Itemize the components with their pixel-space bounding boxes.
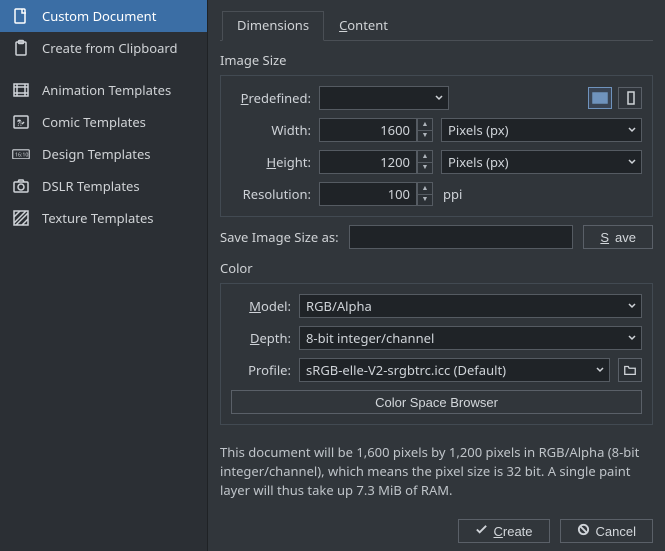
film-icon	[12, 81, 30, 99]
sidebar-label: Create from Clipboard	[42, 39, 178, 57]
width-unit-dropdown[interactable]: Pixels (px)	[441, 118, 642, 142]
chevron-down-icon	[627, 297, 637, 315]
height-unit-value: Pixels (px)	[448, 153, 509, 171]
chevron-down-icon	[627, 121, 637, 139]
model-label: Model:	[231, 297, 291, 315]
create-button[interactable]: Create	[458, 519, 550, 543]
orientation-landscape-button[interactable]	[588, 87, 612, 109]
save-size-row: Save Image Size as: Save	[220, 225, 653, 249]
width-spinbox[interactable]: ▲▼	[319, 118, 433, 142]
sidebar-item-custom-document[interactable]: Custom Document	[0, 0, 207, 32]
model-dropdown[interactable]: RGB/Alpha	[299, 294, 642, 318]
height-spinbox[interactable]: ▲▼	[319, 150, 433, 174]
profile-dropdown[interactable]: sRGB-elle-V2-srgbtrc.icc (Default)	[299, 358, 610, 382]
color-title: Color	[220, 259, 653, 277]
tabs: Dimensions Content	[220, 10, 653, 41]
profile-row: Profile: sRGB-elle-V2-srgbtrc.icc (Defau…	[231, 358, 642, 382]
camera-icon	[12, 177, 30, 195]
height-spinner[interactable]: ▲▼	[417, 150, 433, 174]
width-spinner[interactable]: ▲▼	[417, 118, 433, 142]
predefined-dropdown[interactable]	[319, 86, 449, 110]
width-unit-value: Pixels (px)	[448, 121, 509, 139]
sidebar-divider	[0, 64, 207, 74]
footer: Create Cancel	[220, 509, 653, 543]
svg-text:16:10: 16:10	[15, 150, 28, 158]
comic-icon: ?!	[12, 113, 30, 131]
sidebar-item-clipboard[interactable]: Create from Clipboard	[0, 32, 207, 64]
resolution-label: Resolution:	[231, 185, 311, 203]
depth-dropdown[interactable]: 8-bit integer/channel	[299, 326, 642, 350]
color-space-browser-label: Color Space Browser	[375, 395, 498, 410]
chevron-down-icon	[595, 361, 605, 379]
cancel-icon	[577, 523, 590, 539]
sidebar-label: Texture Templates	[42, 209, 154, 227]
resolution-spinner[interactable]: ▲▼	[417, 182, 433, 206]
height-unit-dropdown[interactable]: Pixels (px)	[441, 150, 642, 174]
save-size-input[interactable]	[349, 225, 574, 249]
sidebar-label: Design Templates	[42, 145, 151, 163]
clipboard-icon	[12, 39, 30, 57]
chevron-down-icon	[627, 329, 637, 347]
tab-label: Dimensions	[237, 16, 309, 34]
color-space-browser-button[interactable]: Color Space Browser	[231, 390, 642, 414]
depth-label: Depth:	[231, 329, 291, 347]
document-icon	[12, 7, 30, 25]
resolution-input[interactable]	[319, 182, 417, 206]
sidebar-item-animation-templates[interactable]: Animation Templates	[0, 74, 207, 106]
svg-text:?!: ?!	[17, 120, 22, 129]
height-input[interactable]	[319, 150, 417, 174]
sidebar-item-texture-templates[interactable]: Texture Templates	[0, 202, 207, 234]
sidebar-label: Comic Templates	[42, 113, 146, 131]
main-panel: Dimensions Content Image Size Predefined…	[208, 0, 665, 551]
check-icon	[475, 523, 488, 539]
predefined-row: Predefined:	[231, 86, 642, 110]
height-label: Height:	[231, 153, 311, 171]
resolution-row: Resolution: ▲▼ ppi	[231, 182, 642, 206]
sidebar-item-comic-templates[interactable]: ?! Comic Templates	[0, 106, 207, 138]
save-size-label: Save Image Size as:	[220, 228, 339, 246]
resolution-spinbox[interactable]: ▲▼	[319, 182, 433, 206]
sidebar: Custom Document Create from Clipboard An…	[0, 0, 208, 551]
sidebar-label: Custom Document	[42, 7, 156, 25]
depth-row: Depth: 8-bit integer/channel	[231, 326, 642, 350]
profile-label: Profile:	[231, 361, 291, 379]
depth-value: 8-bit integer/channel	[306, 329, 434, 347]
save-button[interactable]: Save	[583, 225, 653, 249]
profile-value: sRGB-elle-V2-srgbtrc.icc (Default)	[306, 361, 506, 379]
tab-dimensions[interactable]: Dimensions	[222, 11, 324, 41]
color-section: Color Model: RGB/Alpha Depth: 8-bit inte…	[220, 259, 653, 425]
profile-open-button[interactable]	[618, 358, 642, 382]
height-row: Height: ▲▼ Pixels (px)	[231, 150, 642, 174]
image-size-title: Image Size	[220, 51, 653, 69]
predefined-label: Predefined:	[231, 89, 311, 107]
cancel-button[interactable]: Cancel	[560, 519, 653, 543]
ratio-icon: 16:10	[12, 145, 30, 163]
width-label: Width:	[231, 121, 311, 139]
tab-content[interactable]: Content	[324, 11, 403, 41]
sidebar-label: DSLR Templates	[42, 177, 140, 195]
resolution-unit: ppi	[441, 185, 462, 203]
model-value: RGB/Alpha	[306, 297, 372, 315]
texture-icon	[12, 209, 30, 227]
image-size-section: Image Size Predefined:	[220, 51, 653, 217]
model-row: Model: RGB/Alpha	[231, 294, 642, 318]
sidebar-item-dslr-templates[interactable]: DSLR Templates	[0, 170, 207, 202]
orientation-portrait-button[interactable]	[618, 87, 642, 109]
sidebar-item-design-templates[interactable]: 16:10 Design Templates	[0, 138, 207, 170]
width-row: Width: ▲▼ Pixels (px)	[231, 118, 642, 142]
info-text: This document will be 1,600 pixels by 1,…	[220, 443, 653, 500]
chevron-down-icon	[627, 153, 637, 171]
tab-label: Content	[339, 16, 388, 34]
width-input[interactable]	[319, 118, 417, 142]
sidebar-label: Animation Templates	[42, 81, 171, 99]
chevron-down-icon	[434, 89, 444, 107]
